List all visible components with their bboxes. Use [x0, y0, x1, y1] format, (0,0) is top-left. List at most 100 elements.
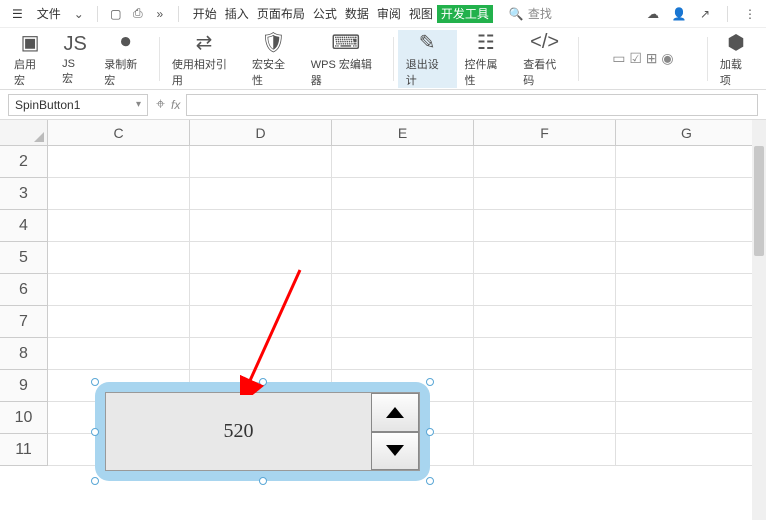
cell[interactable] — [474, 338, 616, 370]
cell[interactable] — [190, 210, 332, 242]
ribbon-js-macro[interactable]: JSJS 宏 — [54, 30, 96, 88]
col-header[interactable]: E — [332, 120, 474, 146]
search-box[interactable]: 🔍 查找 — [509, 5, 552, 22]
menu-tab[interactable]: 开发工具 — [437, 5, 493, 23]
cell[interactable] — [474, 178, 616, 210]
ribbon-wps-editor[interactable]: ⌨WPS 宏编辑器 — [303, 30, 389, 88]
column-headers[interactable]: CDEFG — [48, 120, 752, 146]
file-menu[interactable]: 文件 — [33, 3, 65, 24]
cell[interactable] — [332, 242, 474, 274]
user-icon[interactable]: 👤 — [671, 6, 687, 22]
ribbon-control-props[interactable]: ☷控件属性 — [457, 30, 516, 88]
menu-tab[interactable]: 审阅 — [373, 5, 405, 23]
row-header[interactable]: 5 — [0, 242, 48, 274]
name-box[interactable]: SpinButton1 ▾ — [8, 94, 148, 116]
col-header[interactable]: G — [616, 120, 758, 146]
spinbutton-control[interactable]: 520 — [95, 382, 430, 481]
resize-handle[interactable] — [259, 378, 267, 386]
ribbon-record-macro[interactable]: ⏺录制新宏 — [96, 30, 155, 88]
select-all-corner[interactable] — [0, 120, 48, 146]
print-icon[interactable]: ⎙ — [130, 6, 146, 22]
menu-tab[interactable]: 视图 — [405, 5, 437, 23]
cell[interactable] — [48, 210, 190, 242]
cell[interactable] — [474, 242, 616, 274]
cell[interactable] — [474, 274, 616, 306]
ribbon-enable-macro[interactable]: ▣启用宏 — [6, 30, 54, 88]
row-header[interactable]: 4 — [0, 210, 48, 242]
menu-tab[interactable]: 开始 — [189, 5, 221, 23]
fx-label[interactable]: fx — [171, 98, 180, 112]
cell[interactable] — [332, 146, 474, 178]
ribbon-view-code[interactable]: </>查看代码 — [515, 30, 574, 88]
cell[interactable] — [48, 242, 190, 274]
spreadsheet-grid[interactable]: CDEFG 234567891011 520 — [0, 120, 766, 520]
ribbon-exit-design[interactable]: ✎退出设计 — [398, 30, 457, 88]
cell[interactable] — [616, 402, 758, 434]
row-header[interactable]: 9 — [0, 370, 48, 402]
cell[interactable] — [48, 146, 190, 178]
row-header[interactable]: 7 — [0, 306, 48, 338]
cloud-icon[interactable]: ☁ — [645, 6, 661, 22]
cell[interactable] — [616, 274, 758, 306]
cell[interactable] — [616, 370, 758, 402]
spin-up-button[interactable] — [371, 393, 419, 432]
cell[interactable] — [48, 306, 190, 338]
save-icon[interactable]: ▢ — [108, 6, 124, 22]
formula-input[interactable] — [186, 94, 758, 116]
vertical-scrollbar[interactable] — [752, 120, 766, 520]
cell[interactable] — [474, 434, 616, 466]
col-header[interactable]: C — [48, 120, 190, 146]
cell[interactable] — [332, 274, 474, 306]
cell[interactable] — [48, 178, 190, 210]
menu-tab[interactable]: 公式 — [309, 5, 341, 23]
cell[interactable] — [616, 178, 758, 210]
resize-handle[interactable] — [426, 477, 434, 485]
cell[interactable] — [474, 306, 616, 338]
menu-tab[interactable]: 页面布局 — [253, 5, 309, 23]
row-header[interactable]: 8 — [0, 338, 48, 370]
cell[interactable] — [190, 274, 332, 306]
resize-handle[interactable] — [426, 428, 434, 436]
hamburger-icon[interactable]: ☰ — [8, 5, 27, 23]
cell[interactable] — [332, 338, 474, 370]
cell[interactable] — [48, 338, 190, 370]
cell[interactable] — [190, 146, 332, 178]
target-icon[interactable]: ⌖ — [156, 96, 165, 114]
cell[interactable] — [190, 242, 332, 274]
cell[interactable] — [474, 210, 616, 242]
cell[interactable] — [474, 146, 616, 178]
cell[interactable] — [190, 338, 332, 370]
ribbon-macro-security[interactable]: 🛡宏安全性 — [244, 30, 303, 88]
cell[interactable] — [616, 434, 758, 466]
cell[interactable] — [190, 306, 332, 338]
col-header[interactable]: D — [190, 120, 332, 146]
cell[interactable] — [616, 146, 758, 178]
share-icon[interactable]: ↗ — [697, 6, 713, 22]
resize-handle[interactable] — [91, 477, 99, 485]
row-header[interactable]: 6 — [0, 274, 48, 306]
resize-handle[interactable] — [91, 428, 99, 436]
menu-tab[interactable]: 插入 — [221, 5, 253, 23]
scroll-thumb[interactable] — [754, 146, 764, 256]
cell[interactable] — [190, 178, 332, 210]
cell[interactable] — [474, 402, 616, 434]
row-header[interactable]: 3 — [0, 178, 48, 210]
cell[interactable] — [48, 274, 190, 306]
cell[interactable] — [332, 306, 474, 338]
row-header[interactable]: 10 — [0, 402, 48, 434]
row-headers[interactable]: 234567891011 — [0, 146, 48, 466]
cell[interactable] — [332, 210, 474, 242]
menu-tab[interactable]: 数据 — [341, 5, 373, 23]
cell[interactable] — [616, 338, 758, 370]
resize-handle[interactable] — [91, 378, 99, 386]
ribbon-relative-ref[interactable]: ⇄使用相对引用 — [164, 30, 244, 88]
col-header[interactable]: F — [474, 120, 616, 146]
row-header[interactable]: 11 — [0, 434, 48, 466]
resize-handle[interactable] — [426, 378, 434, 386]
cell[interactable] — [616, 242, 758, 274]
resize-handle[interactable] — [259, 477, 267, 485]
chevron-down-icon[interactable]: ▾ — [136, 99, 141, 110]
cell[interactable] — [474, 370, 616, 402]
cell[interactable] — [332, 178, 474, 210]
overflow-icon[interactable]: » — [152, 6, 168, 22]
